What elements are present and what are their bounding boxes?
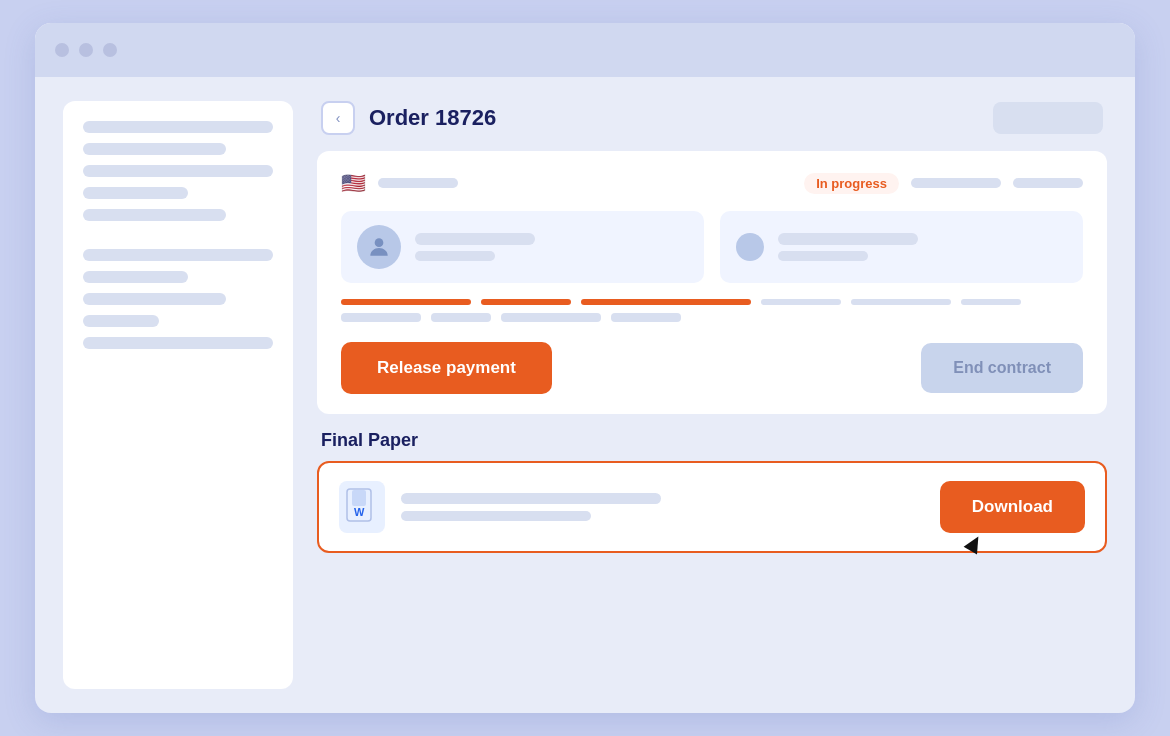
user-info [415,233,535,261]
file-name-skeleton [401,493,661,504]
left-skeleton-4 [83,187,188,199]
user-detail-skeleton [415,251,495,261]
browser-dot-2 [79,43,93,57]
status-row: 🇺🇸 In progress [341,171,1083,195]
end-contract-button[interactable]: End contract [921,343,1083,393]
progress-bar-6 [961,299,1021,305]
progress-labels [341,313,1083,322]
prog-label-sk-3 [501,313,601,322]
browser-content: ‹ Order 18726 🇺🇸 In progress [35,77,1135,713]
user-avatar [357,225,401,269]
progress-section [341,299,1083,322]
left-skeleton-10 [83,337,273,349]
page-header: ‹ Order 18726 [317,101,1107,135]
prog-label-sk-2 [431,313,491,322]
status-skeletons [378,178,792,188]
main-panel: ‹ Order 18726 🇺🇸 In progress [317,101,1107,689]
payment-icon [736,233,764,261]
progress-bar-4 [761,299,841,305]
user-card [341,211,704,283]
left-skeleton-2 [83,143,226,155]
file-meta-skeleton [401,511,591,521]
progress-bar-3 [581,299,751,305]
progress-bar-5 [851,299,951,305]
payment-card [720,211,1083,283]
left-skeleton-8 [83,293,226,305]
download-button[interactable]: Download [940,481,1085,533]
final-paper-title: Final Paper [317,430,1107,451]
left-skeleton-6 [83,249,273,261]
progress-bar-1 [341,299,471,305]
browser-dot-3 [103,43,117,57]
word-file-icon: W [339,481,385,533]
header-action-skeleton [993,102,1103,134]
prog-label-sk-4 [611,313,681,322]
svg-rect-2 [352,490,366,506]
left-skeleton-3 [83,165,273,177]
chevron-left-icon: ‹ [336,110,341,126]
release-payment-button[interactable]: Release payment [341,342,552,394]
back-button[interactable]: ‹ [321,101,355,135]
prog-label-sk-1 [341,313,421,322]
payment-sk2 [778,251,868,261]
status-sk-2 [911,178,1001,188]
progress-bar-2 [481,299,571,305]
payment-sk1 [778,233,918,245]
left-skeleton-7 [83,271,188,283]
progress-bars [341,299,1083,305]
svg-text:W: W [354,506,365,518]
action-row: Release payment End contract [341,338,1083,394]
user-info-row [341,211,1083,283]
left-skeleton-5 [83,209,226,221]
file-info [401,493,924,521]
status-sk-3 [1013,178,1083,188]
left-panel [63,101,293,689]
left-skeleton-1 [83,121,273,133]
final-paper-card: W Download [317,461,1107,553]
flag-icon: 🇺🇸 [341,171,366,195]
user-name-skeleton [415,233,535,245]
browser-window: ‹ Order 18726 🇺🇸 In progress [35,23,1135,713]
final-paper-section: Final Paper W [317,430,1107,553]
status-badge: In progress [804,173,899,194]
svg-point-0 [375,238,384,247]
page-title: Order 18726 [369,105,496,131]
status-sk-1 [378,178,458,188]
order-card: 🇺🇸 In progress [317,151,1107,414]
browser-titlebar [35,23,1135,77]
browser-dot-1 [55,43,69,57]
payment-info [778,233,918,261]
left-skeleton-9 [83,315,159,327]
